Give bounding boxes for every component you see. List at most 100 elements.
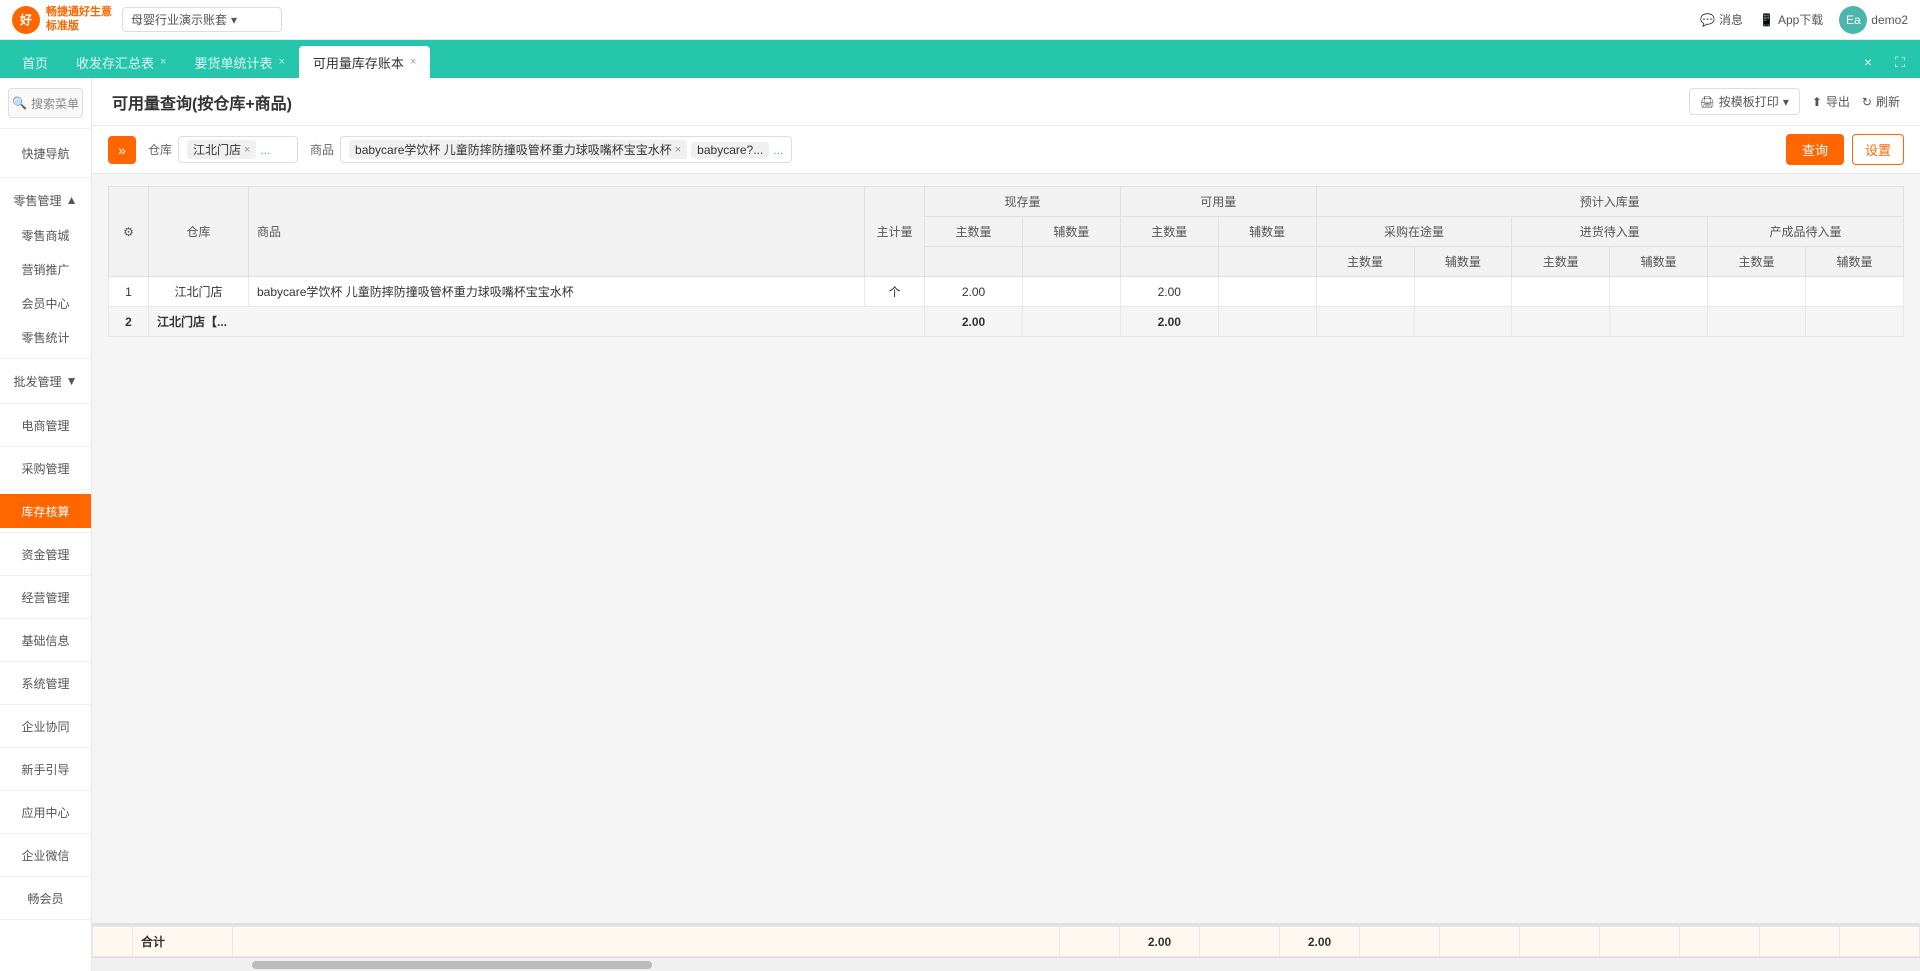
close-icon[interactable]: × (278, 56, 284, 68)
warehouse-more[interactable]: ... (260, 143, 270, 157)
sidebar-item-zijinguanli[interactable]: 资金管理 (0, 537, 91, 571)
cell-subtotal-incoming-main (1512, 307, 1610, 337)
cell-subtotal-production-main (1708, 307, 1806, 337)
app-download-button[interactable]: 📱 App下载 (1759, 11, 1823, 28)
total-cell-empty2 (233, 927, 1060, 957)
sidebar-item-lingxiao[interactable]: 零售管理 ▲ (0, 182, 91, 218)
top-bar: 好 畅捷通好生意 标准版 母婴行业演示账套 ▾ 💬 消息 📱 App下载 Ea … (0, 0, 1920, 40)
chevron-down-icon: ▾ (231, 13, 237, 27)
content-area: 可用量查询(按仓库+商品) 🖨 按模板打印 ▾ ⬆ 导出 ↻ 刷新 » (92, 78, 1920, 971)
warehouse-filter: 仓库 江北门店 × ... (148, 136, 298, 163)
tab-bar-right: × ⛶ (1856, 50, 1912, 78)
sidebar-item-qiyeweixin[interactable]: 企业微信 (0, 838, 91, 872)
search-menu-button[interactable]: 🔍 搜索菜单 (8, 88, 83, 118)
col-header-incoming-aux: 辅数量 (1610, 247, 1708, 277)
data-table: ⚙ 仓库 商品 主计量 现存量 可用量 预计入库量 主数量 辅数量 主数量 辅数… (108, 186, 1904, 337)
sidebar-item-qiyexietong[interactable]: 企业协同 (0, 709, 91, 743)
maximize-button[interactable]: ⛶ (1888, 50, 1912, 74)
scrollbar-thumb[interactable] (252, 961, 652, 969)
logo-text: 畅捷通好生意 标准版 (46, 6, 112, 32)
query-button[interactable]: 查询 (1786, 134, 1844, 165)
close-icon[interactable]: × (160, 56, 166, 68)
total-row: 合计 2.00 2.00 (93, 927, 1920, 957)
print-icon: 🖨 (1700, 95, 1715, 109)
sidebar-item-dianshangguanli[interactable]: 电商管理 (0, 408, 91, 442)
sidebar-item-huiyuanzhongxin[interactable]: 会员中心 (0, 286, 91, 320)
col-header-planned-group: 预计入库量 (1316, 187, 1903, 217)
sidebar-item-xinshouyindao[interactable]: 新手引导 (0, 752, 91, 786)
print-button[interactable]: 🖨 按模板打印 ▾ (1689, 88, 1800, 115)
total-cell-empty1 (93, 927, 133, 957)
sidebar-group-zijin: 资金管理 (0, 533, 91, 576)
total-cell-empty3 (1060, 927, 1120, 957)
cell-unit: 个 (865, 277, 925, 307)
col-header-stock-main2 (925, 247, 1023, 277)
sidebar-item-lingxiaoshangcheng[interactable]: 零售商城 (0, 218, 91, 252)
sidebar-group-pifa: 批发管理 ▼ (0, 359, 91, 404)
sidebar-group-changhui: 畅会员 (0, 877, 91, 920)
sidebar-group-xinshou: 新手引导 (0, 748, 91, 791)
cell-subtotal-avail-aux (1218, 307, 1316, 337)
filter-toggle-button[interactable]: » (108, 136, 136, 164)
product-more[interactable]: ... (773, 143, 783, 157)
sidebar-item-jichuxxinxi[interactable]: 基础信息 (0, 623, 91, 657)
chevron-up-icon: ▲ (66, 193, 78, 207)
col-header-warehouse: 仓库 (149, 187, 249, 277)
tab-home[interactable]: 首页 (8, 46, 62, 78)
sidebar-item-yingxiaotuiguang[interactable]: 营销推广 (0, 252, 91, 286)
warehouse-selector[interactable]: 江北门店 × ... (178, 136, 298, 163)
cell-subtotal-purchase-main (1316, 307, 1414, 337)
tab-shoufacun[interactable]: 收发存汇总表 × (62, 46, 180, 78)
export-button[interactable]: ⬆ 导出 (1812, 93, 1850, 110)
table-area: ⚙ 仓库 商品 主计量 现存量 可用量 预计入库量 主数量 辅数量 主数量 辅数… (92, 174, 1920, 923)
cell-subtotal-stock-main: 2.00 (925, 307, 1023, 337)
sidebar-item-kucunhesuan[interactable]: 库存核算 (0, 494, 91, 528)
col-header-avail-aux2 (1218, 247, 1316, 277)
sidebar-item-lingxiaotongji[interactable]: 零售统计 (0, 320, 91, 354)
sidebar-group-yingyong: 应用中心 (0, 791, 91, 834)
sidebar-group-xitong: 系统管理 (0, 662, 91, 705)
total-label: 合计 (133, 927, 233, 957)
settings-button[interactable]: 设置 (1852, 134, 1904, 165)
sidebar-group-qiye: 企业协同 (0, 705, 91, 748)
product-selector[interactable]: babycare学饮杯 儿童防摔防撞吸管杯重力球吸嘴杯宝宝水杯 × babyca… (340, 136, 792, 163)
col-header-purchase-aux: 辅数量 (1414, 247, 1512, 277)
col-header-settings[interactable]: ⚙ (109, 187, 149, 277)
sidebar: 🔍 搜索菜单 快捷导航 零售管理 ▲ 零售商城 营销推广 会员中心 零售统计 批… (0, 78, 92, 971)
col-header-avail-main2 (1120, 247, 1218, 277)
search-icon: 🔍 (12, 96, 27, 110)
col-header-incoming-main: 主数量 (1512, 247, 1610, 277)
sidebar-item-kuaijiedaohang[interactable]: 快捷导航 (0, 135, 91, 171)
warehouse-remove-icon[interactable]: × (244, 144, 250, 156)
cell-stock-main: 2.00 (925, 277, 1023, 307)
message-icon: 💬 (1700, 13, 1715, 27)
sidebar-item-jingyingguanli[interactable]: 经营管理 (0, 580, 91, 614)
col-header-incoming-group: 进货待入量 (1512, 217, 1708, 247)
product-remove-icon[interactable]: × (675, 144, 681, 156)
logo-icon: 好 (12, 6, 40, 34)
sidebar-item-caigouguanli[interactable]: 采购管理 (0, 451, 91, 485)
refresh-icon: ↻ (1862, 95, 1872, 109)
sidebar-group-jingying: 经营管理 (0, 576, 91, 619)
sidebar-item-yingyongzhongxin[interactable]: 应用中心 (0, 795, 91, 829)
cell-purchase-main (1316, 277, 1414, 307)
cell-seq: 1 (109, 277, 149, 307)
sidebar-item-pifaguanli[interactable]: 批发管理 ▼ (0, 363, 91, 399)
export-icon: ⬆ (1812, 95, 1822, 109)
horizontal-scrollbar[interactable] (92, 957, 1920, 971)
tab-keyongliang[interactable]: 可用量库存账本 × (299, 46, 430, 78)
col-header-stock-aux2 (1023, 247, 1121, 277)
message-button[interactable]: 💬 消息 (1700, 11, 1743, 28)
total-stock-main: 2.00 (1120, 927, 1200, 957)
refresh-button[interactable]: ↻ 刷新 (1862, 93, 1900, 110)
close-icon[interactable]: × (410, 56, 416, 68)
total-purchase-main (1440, 927, 1520, 957)
col-header-unit: 主计量 (865, 187, 925, 277)
tab-yaohuo[interactable]: 要货单统计表 × (180, 46, 298, 78)
company-selector[interactable]: 母婴行业演示账套 ▾ (122, 7, 282, 32)
total-incoming-aux (1680, 927, 1760, 957)
user-menu[interactable]: Ea demo2 (1839, 6, 1908, 34)
close-all-button[interactable]: × (1856, 50, 1880, 74)
sidebar-item-changhui[interactable]: 畅会员 (0, 881, 91, 915)
sidebar-item-xitonguanli[interactable]: 系统管理 (0, 666, 91, 700)
